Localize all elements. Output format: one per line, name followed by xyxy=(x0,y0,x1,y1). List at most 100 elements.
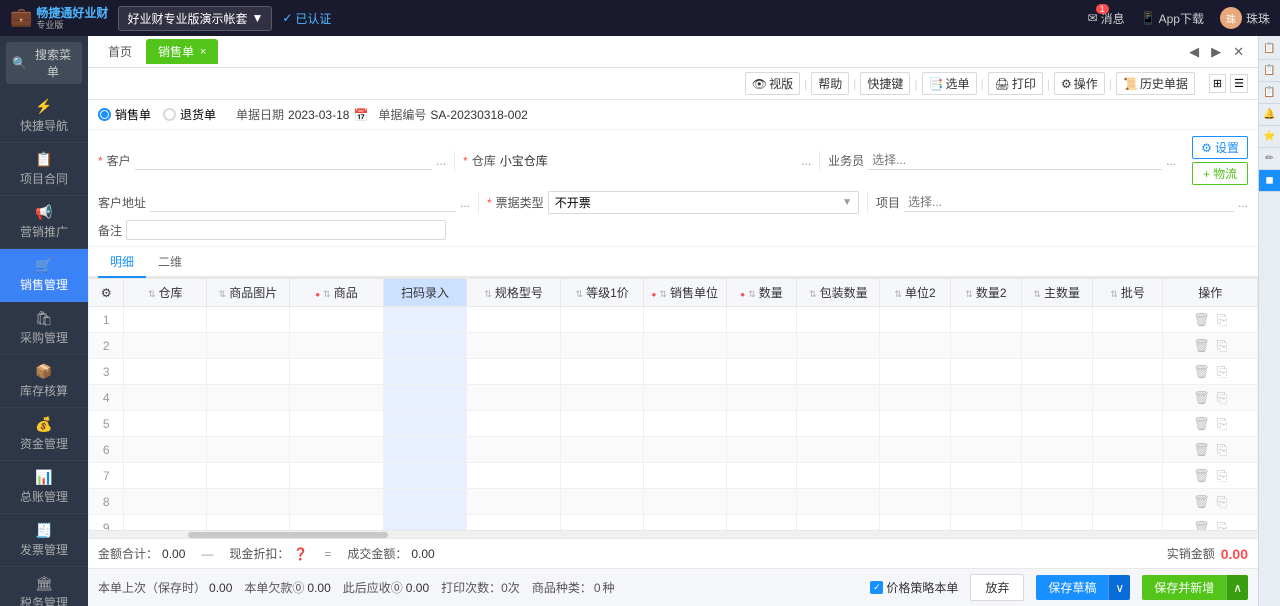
delete-btn-7[interactable]: 🗑 xyxy=(1193,468,1210,483)
cell-spec-7[interactable] xyxy=(466,463,560,489)
rs-icon-7[interactable]: ◼ xyxy=(1259,170,1280,192)
col-pack-qty[interactable]: ⇅ 包装数量 xyxy=(797,279,880,307)
add-logistics-btn[interactable]: + 物流 xyxy=(1192,162,1248,185)
cell-batch-8[interactable] xyxy=(1092,489,1163,515)
cell-pack-7[interactable] xyxy=(797,463,880,489)
cell-warehouse-3[interactable] xyxy=(124,359,207,385)
copy-btn-6[interactable]: ⎘ xyxy=(1217,442,1227,457)
shortcut-btn[interactable]: 快捷键 xyxy=(860,72,910,95)
copy-btn-5[interactable]: ⎘ xyxy=(1217,416,1227,431)
save-draft-arrow-btn[interactable]: ∨ xyxy=(1108,575,1130,600)
cell-unit2-7[interactable] xyxy=(880,463,951,489)
cell-spec-6[interactable] xyxy=(466,437,560,463)
cell-product-7[interactable] xyxy=(289,463,383,489)
col-product[interactable]: ● ⇅ 商品 xyxy=(289,279,383,307)
operate-btn[interactable]: ⚙ 操作 xyxy=(1054,72,1105,95)
cell-img-6[interactable] xyxy=(207,437,290,463)
cell-batch-import-3[interactable] xyxy=(384,359,467,385)
cell-unit-7[interactable] xyxy=(643,463,726,489)
cell-pack-8[interactable] xyxy=(797,489,880,515)
cell-img-1[interactable] xyxy=(207,307,290,333)
cell-img-7[interactable] xyxy=(207,463,290,489)
cell-main-qty-3[interactable] xyxy=(1021,359,1092,385)
app-selector[interactable]: 好业财专业版演示帐套 ▼ xyxy=(118,6,272,31)
cell-qty-2[interactable] xyxy=(726,333,797,359)
cell-spec-5[interactable] xyxy=(466,411,560,437)
settings-btn[interactable]: ⚙ 设置 xyxy=(1192,136,1248,159)
col-quantity[interactable]: ● ⇅ 数量 xyxy=(726,279,797,307)
note-input[interactable] xyxy=(126,220,446,240)
cell-spec-9[interactable] xyxy=(466,515,560,531)
cell-qty-8[interactable] xyxy=(726,489,797,515)
copy-btn-9[interactable]: ⎘ xyxy=(1217,520,1227,531)
radio-sales[interactable]: 销售单 xyxy=(98,106,151,123)
cell-batch-import-6[interactable] xyxy=(384,437,467,463)
col-grade-price[interactable]: ⇅ 等级1价 xyxy=(561,279,644,307)
search-menu-btn[interactable]: 🔍 搜索菜单 xyxy=(6,42,82,84)
cell-img-2[interactable] xyxy=(207,333,290,359)
cell-main-qty-6[interactable] xyxy=(1021,437,1092,463)
cell-pack-1[interactable] xyxy=(797,307,880,333)
delete-btn-6[interactable]: 🗑 xyxy=(1193,442,1210,457)
view-btn[interactable]: 👁 视版 xyxy=(745,72,800,95)
col-config[interactable]: ⚙ xyxy=(89,279,124,307)
cell-qty2-1[interactable] xyxy=(950,307,1021,333)
tab-mingxi[interactable]: 明细 xyxy=(98,247,146,278)
cell-main-qty-5[interactable] xyxy=(1021,411,1092,437)
scroll-thumb[interactable] xyxy=(188,532,388,538)
salesperson-input[interactable] xyxy=(868,151,1162,170)
cell-qty-9[interactable] xyxy=(726,515,797,531)
nav-next-btn[interactable]: ▶ xyxy=(1207,42,1225,62)
delete-btn-1[interactable]: 🗑 xyxy=(1193,312,1210,327)
cell-batch-import-2[interactable] xyxy=(384,333,467,359)
cell-qty-6[interactable] xyxy=(726,437,797,463)
app-download-btn[interactable]: 📱 App下载 xyxy=(1141,10,1204,27)
cell-pack-3[interactable] xyxy=(797,359,880,385)
cell-product-1[interactable] xyxy=(289,307,383,333)
col-unit2[interactable]: ⇅ 单位2 xyxy=(880,279,951,307)
cell-qty2-6[interactable] xyxy=(950,437,1021,463)
cell-unit-9[interactable] xyxy=(643,515,726,531)
cell-img-8[interactable] xyxy=(207,489,290,515)
cell-batch-import-1[interactable] xyxy=(384,307,467,333)
cell-batch-4[interactable] xyxy=(1092,385,1163,411)
cell-unit-1[interactable] xyxy=(643,307,726,333)
price-policy-check[interactable]: ✓ 价格策略本单 xyxy=(870,579,958,596)
delete-btn-9[interactable]: 🗑 xyxy=(1193,520,1210,531)
copy-btn-1[interactable]: ⎘ xyxy=(1217,312,1227,327)
cell-product-6[interactable] xyxy=(289,437,383,463)
cell-main-qty-2[interactable] xyxy=(1021,333,1092,359)
address-dots-btn[interactable]: ... xyxy=(460,196,470,210)
cell-batch-import-5[interactable] xyxy=(384,411,467,437)
tab-home[interactable]: 首页 xyxy=(98,39,142,64)
tab-close-all-btn[interactable]: ✕ xyxy=(1229,42,1248,62)
table-scrollbar[interactable] xyxy=(88,530,1258,538)
cell-unit2-2[interactable] xyxy=(880,333,951,359)
cell-pack-6[interactable] xyxy=(797,437,880,463)
cell-main-qty-9[interactable] xyxy=(1021,515,1092,531)
copy-btn-4[interactable]: ⎘ xyxy=(1217,390,1227,405)
rs-icon-3[interactable]: 📋 xyxy=(1259,82,1280,104)
col-spec[interactable]: ⇅ 规格型号 xyxy=(466,279,560,307)
cell-grade-7[interactable] xyxy=(561,463,644,489)
cell-grade-6[interactable] xyxy=(561,437,644,463)
customer-dots-btn[interactable]: ... xyxy=(436,154,446,168)
cell-batch-3[interactable] xyxy=(1092,359,1163,385)
cell-batch-import-9[interactable] xyxy=(384,515,467,531)
rs-icon-1[interactable]: 📋 xyxy=(1259,38,1280,60)
cell-product-5[interactable] xyxy=(289,411,383,437)
salesperson-dots-btn[interactable]: ... xyxy=(1166,154,1176,168)
sidebar-item-tax[interactable]: 🏛 税务管理 xyxy=(0,567,88,606)
cell-qty-1[interactable] xyxy=(726,307,797,333)
calendar-icon[interactable]: 📅 xyxy=(353,108,368,122)
cell-qty-4[interactable] xyxy=(726,385,797,411)
cell-img-3[interactable] xyxy=(207,359,290,385)
sidebar-item-invoice[interactable]: 🧾 发票管理 xyxy=(0,514,88,567)
col-qty2[interactable]: ⇅ 数量2 xyxy=(950,279,1021,307)
delete-btn-3[interactable]: 🗑 xyxy=(1193,364,1210,379)
cell-unit-6[interactable] xyxy=(643,437,726,463)
abandon-btn[interactable]: 放弃 xyxy=(970,574,1024,601)
cell-unit2-8[interactable] xyxy=(880,489,951,515)
cell-batch-5[interactable] xyxy=(1092,411,1163,437)
cell-unit2-5[interactable] xyxy=(880,411,951,437)
